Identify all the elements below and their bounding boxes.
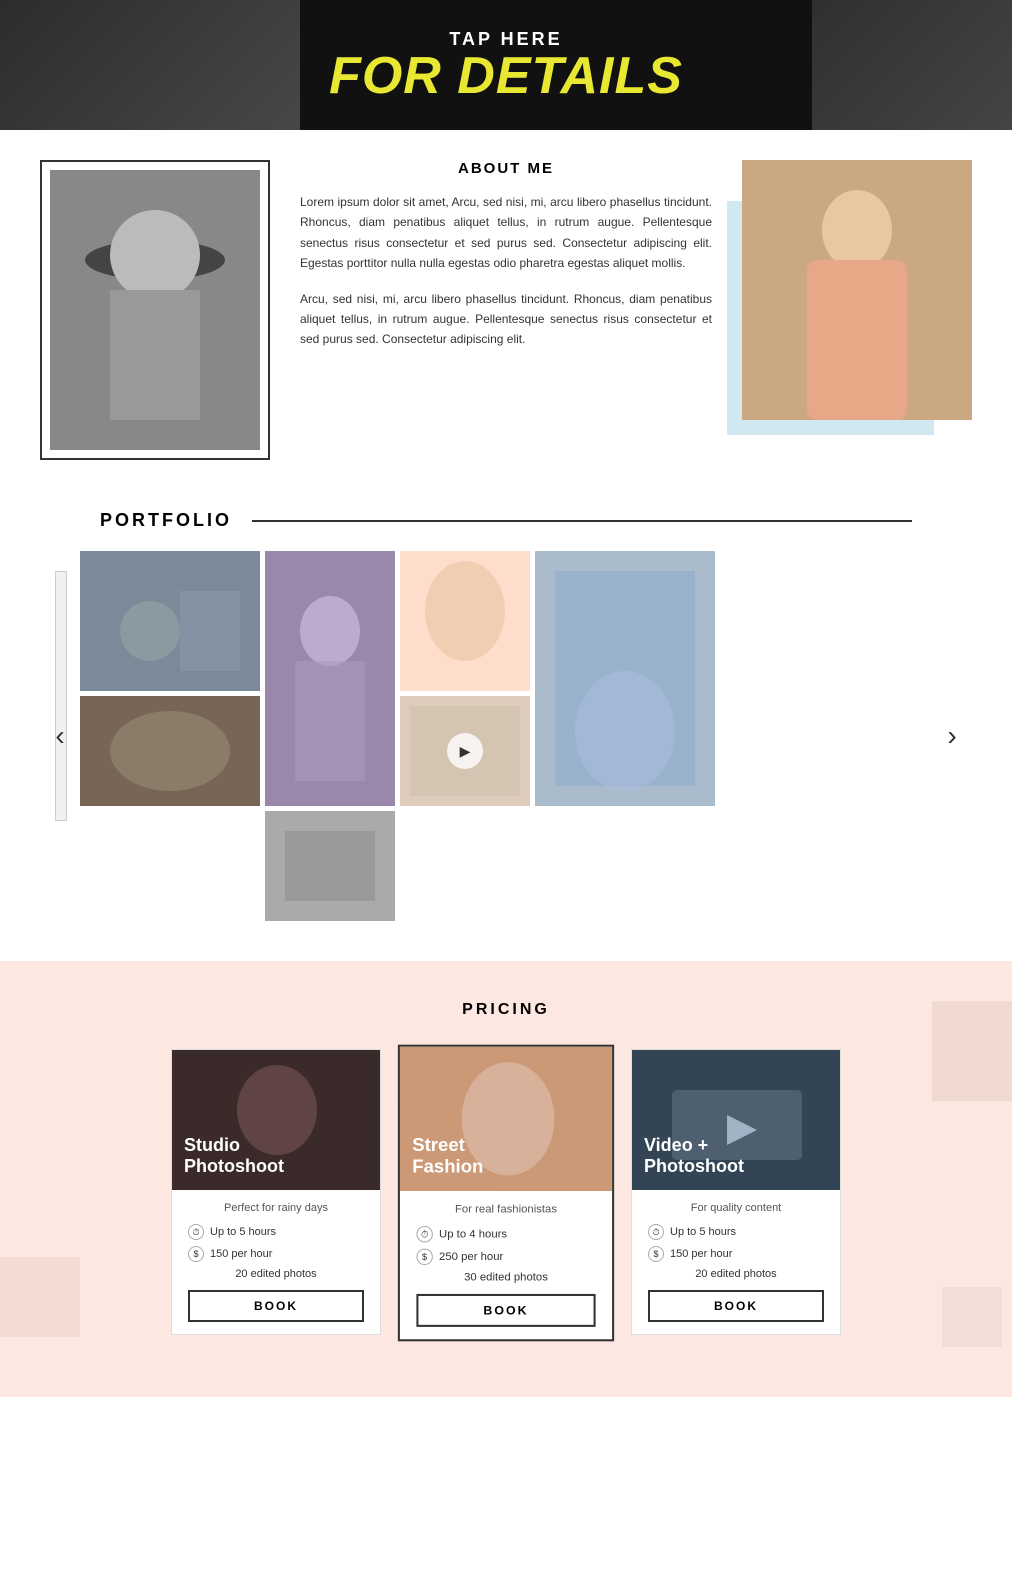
video-hours-feature: ⏱ Up to 5 hours — [648, 1224, 824, 1240]
studio-rate: 150 per hour — [210, 1248, 272, 1260]
studio-tagline: Perfect for rainy days — [188, 1202, 364, 1214]
video-rate: 150 per hour — [670, 1248, 732, 1260]
portfolio-title: PORTFOLIO — [100, 510, 232, 531]
studio-hours: Up to 5 hours — [210, 1226, 276, 1238]
pricing-card-video: Video + Photoshoot For quality content ⏱… — [631, 1049, 841, 1335]
street-tagline: For real fashionistas — [416, 1203, 595, 1215]
portfolio-header: PORTFOLIO — [0, 510, 1012, 531]
deco-block-bottom-left — [0, 1257, 80, 1337]
studio-card-body: Perfect for rainy days ⏱ Up to 5 hours $… — [172, 1190, 380, 1334]
carousel-next-button[interactable]: › — [932, 716, 972, 756]
pricing-cards: Studio Photoshoot Perfect for rainy days… — [30, 1049, 982, 1337]
about-title: ABOUT ME — [300, 160, 712, 177]
portfolio-carousel: ‹ — [0, 551, 1012, 921]
portfolio-photo-1 — [80, 551, 260, 691]
street-category: Street Fashion — [412, 1134, 483, 1178]
pricing-title: PRICING — [30, 1001, 982, 1019]
portfolio-photo-6: ▶ — [400, 696, 530, 806]
video-category: Video + Photoshoot — [644, 1135, 744, 1178]
video-hours: Up to 5 hours — [670, 1226, 736, 1238]
video-card-label: Video + Photoshoot — [632, 1050, 840, 1190]
deco-block-top-right — [932, 1001, 1012, 1101]
studio-photos: 20 edited photos — [188, 1268, 364, 1280]
video-photos: 20 edited photos — [648, 1268, 824, 1280]
about-paragraph-1: Lorem ipsum dolor sit amet, Arcu, sed ni… — [300, 192, 712, 274]
about-paragraph-2: Arcu, sed nisi, mi, arcu libero phasellu… — [300, 289, 712, 350]
carousel-track: ▶ — [60, 551, 952, 921]
studio-book-button[interactable]: BOOK — [188, 1290, 364, 1322]
street-rate-feature: $ 250 per hour — [416, 1249, 595, 1265]
carousel-prev-button[interactable]: ‹ — [40, 716, 80, 756]
portfolio-section: PORTFOLIO ‹ — [0, 490, 1012, 961]
clock-icon-street: ⏱ — [416, 1226, 432, 1242]
studio-rate-feature: $ 150 per hour — [188, 1246, 364, 1262]
hero-details-label: For Details — [329, 50, 683, 102]
street-card-body: For real fashionistas ⏱ Up to 4 hours $ … — [400, 1191, 612, 1339]
street-photos: 30 edited photos — [416, 1271, 595, 1283]
video-overlay[interactable]: ▶ — [400, 696, 530, 806]
portfolio-photo-2 — [80, 696, 260, 806]
street-hours-feature: ⏱ Up to 4 hours — [416, 1226, 595, 1242]
carousel-col-2 — [265, 551, 395, 921]
studio-category: Studio Photoshoot — [184, 1135, 284, 1178]
hero-bg-right — [812, 0, 1012, 130]
street-book-button[interactable]: BOOK — [416, 1294, 595, 1327]
hero-section[interactable]: TAP HERE For Details — [0, 0, 1012, 130]
dollar-icon-street: $ — [416, 1249, 432, 1265]
deco-block-bottom-right — [942, 1287, 1002, 1347]
carousel-sidebar-indicator — [55, 571, 67, 821]
dollar-icon-studio: $ — [188, 1246, 204, 1262]
about-photo-right-img — [742, 160, 972, 420]
about-photo-left-img — [50, 170, 260, 450]
portfolio-photo-5 — [400, 551, 530, 691]
portfolio-photo-3 — [265, 551, 395, 806]
carousel-col-1 — [80, 551, 260, 921]
studio-card-label: Studio Photoshoot — [172, 1050, 380, 1190]
video-rate-feature: $ 150 per hour — [648, 1246, 824, 1262]
about-section: ABOUT ME Lorem ipsum dolor sit amet, Arc… — [0, 130, 1012, 490]
portfolio-line — [252, 520, 912, 522]
pricing-card-street: Street Fashion For real fashionistas ⏱ U… — [398, 1045, 614, 1342]
about-photo-right — [742, 160, 972, 420]
clock-icon-video: ⏱ — [648, 1224, 664, 1240]
street-card-label: Street Fashion — [400, 1047, 612, 1191]
street-hours: Up to 4 hours — [439, 1228, 507, 1240]
pricing-section: PRICING Studio Photoshoot Perfect for ra… — [0, 961, 1012, 1397]
dollar-icon-video: $ — [648, 1246, 664, 1262]
clock-icon-studio: ⏱ — [188, 1224, 204, 1240]
hero-bg-left — [0, 0, 300, 130]
street-rate: 250 per hour — [439, 1251, 503, 1263]
pricing-card-studio: Studio Photoshoot Perfect for rainy days… — [171, 1049, 381, 1335]
carousel-col-4 — [535, 551, 715, 921]
studio-hours-feature: ⏱ Up to 5 hours — [188, 1224, 364, 1240]
play-button[interactable]: ▶ — [447, 733, 483, 769]
hero-text: TAP HERE For Details — [329, 29, 683, 102]
about-content: ABOUT ME Lorem ipsum dolor sit amet, Arc… — [290, 160, 722, 365]
video-book-button[interactable]: BOOK — [648, 1290, 824, 1322]
about-photo-left — [40, 160, 270, 460]
carousel-col-3: ▶ — [400, 551, 530, 921]
portfolio-photo-7 — [535, 551, 715, 806]
video-card-body: For quality content ⏱ Up to 5 hours $ 15… — [632, 1190, 840, 1334]
video-tagline: For quality content — [648, 1202, 824, 1214]
portfolio-photo-4 — [265, 811, 395, 921]
